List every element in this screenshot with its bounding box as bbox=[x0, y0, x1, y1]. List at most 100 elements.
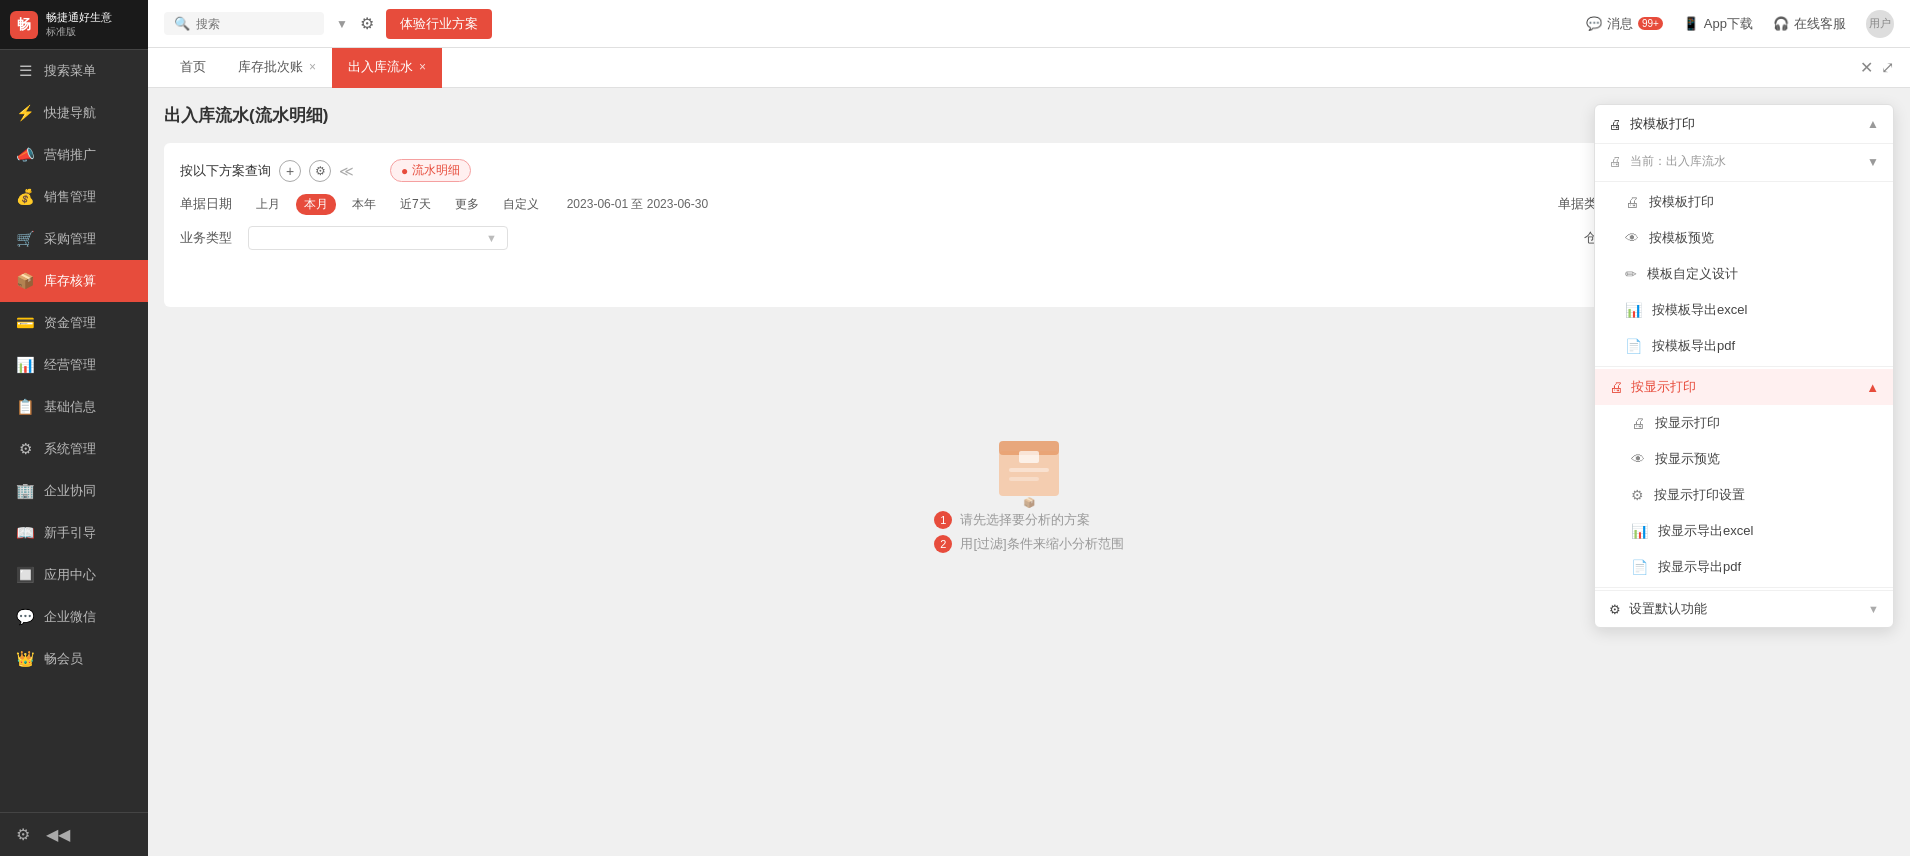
dropdown-template-print-icon: 🖨 bbox=[1625, 194, 1639, 210]
dropdown-template-design-item[interactable]: ✏ 模板自定义设计 bbox=[1595, 256, 1893, 292]
sidebar-item-enterprise[interactable]: 🏢 企业协同 bbox=[0, 470, 148, 512]
tab-close-flow[interactable]: × bbox=[419, 60, 426, 74]
sidebar-collapse-icon[interactable]: ◀◀ bbox=[46, 825, 70, 844]
tab-close-batch[interactable]: × bbox=[309, 60, 316, 74]
dropdown-display-pdf-item[interactable]: 📄 按显示导出pdf bbox=[1595, 549, 1893, 585]
tab-flow[interactable]: 出入库流水× bbox=[332, 48, 442, 88]
nav-icon-member: 👑 bbox=[16, 650, 34, 668]
dropdown-template-print-label: 按模板打印 bbox=[1649, 193, 1714, 211]
search-chevron-icon[interactable]: ▼ bbox=[336, 17, 348, 31]
date-filter-group: 上月本月本年近7天更多自定义 bbox=[248, 194, 547, 215]
date-btn-3[interactable]: 近7天 bbox=[392, 194, 439, 215]
filter-settings-icon[interactable]: ⚙ bbox=[309, 160, 331, 182]
date-btn-2[interactable]: 本年 bbox=[344, 194, 384, 215]
sidebar-item-member[interactable]: 👑 畅会员 bbox=[0, 638, 148, 680]
dropdown-footer-icon: ⚙ bbox=[1609, 602, 1621, 617]
nav-label-basic: 基础信息 bbox=[44, 398, 96, 416]
biz-type-label: 业务类型 bbox=[180, 229, 232, 247]
dropdown-divider-2 bbox=[1595, 366, 1893, 367]
app-title: 畅捷通好生意 bbox=[46, 10, 112, 24]
tab-batch[interactable]: 库存批次账× bbox=[222, 48, 332, 88]
tab-home[interactable]: 首页 bbox=[164, 48, 222, 88]
sidebar-item-wechat[interactable]: 💬 企业微信 bbox=[0, 596, 148, 638]
tabbar: 首页库存批次账×出入库流水× ✕ ⤢ bbox=[148, 48, 1910, 88]
filter-tag-icon: ● bbox=[401, 164, 408, 178]
nav-label-sales: 销售管理 bbox=[44, 188, 96, 206]
sidebar-item-operations[interactable]: 📊 经营管理 bbox=[0, 344, 148, 386]
biz-type-select[interactable]: ▼ bbox=[248, 226, 508, 250]
topbar-search-box[interactable]: 🔍 bbox=[164, 12, 324, 35]
dropdown-template-design-icon: ✏ bbox=[1625, 266, 1637, 282]
nav-icon-sales: 💰 bbox=[16, 188, 34, 206]
topbar-gear-icon[interactable]: ⚙ bbox=[360, 14, 374, 33]
svg-rect-4 bbox=[1009, 477, 1039, 481]
nav-icon-basic: 📋 bbox=[16, 398, 34, 416]
sidebar-item-basic[interactable]: 📋 基础信息 bbox=[0, 386, 148, 428]
main-area: 🔍 ▼ ⚙ 体验行业方案 💬 消息 99+ 📱 App下载 🎧 在线客服 用户 bbox=[148, 0, 1910, 856]
nav-icon-search: ☰ bbox=[16, 62, 34, 80]
dropdown-header-label: 按模板打印 bbox=[1630, 115, 1695, 133]
sidebar-item-guide[interactable]: 📖 新手引导 bbox=[0, 512, 148, 554]
dropdown-display-preview-item[interactable]: 👁 按显示预览 bbox=[1595, 441, 1893, 477]
online-service-label: 在线客服 bbox=[1794, 15, 1846, 33]
online-service-button[interactable]: 🎧 在线客服 bbox=[1773, 15, 1846, 33]
sidebar-item-search[interactable]: ☰ 搜索菜单 bbox=[0, 50, 148, 92]
dropdown-template-excel-item[interactable]: 📊 按模板导出excel bbox=[1595, 292, 1893, 328]
dropdown-display-section-chevron[interactable]: ▲ bbox=[1866, 380, 1879, 395]
dropdown-display-print-icon: 🖨 bbox=[1631, 415, 1645, 431]
dropdown-display-section-header[interactable]: 🖨 按显示打印 ▲ bbox=[1595, 369, 1893, 405]
filter-tag[interactable]: ● 流水明细 bbox=[390, 159, 471, 182]
dropdown-print-icon: 🖨 bbox=[1609, 117, 1622, 132]
app-download-label: App下载 bbox=[1704, 15, 1753, 33]
dropdown-display-print-item[interactable]: 🖨 按显示打印 bbox=[1595, 405, 1893, 441]
dropdown-display-excel-item[interactable]: 📊 按显示导出excel bbox=[1595, 513, 1893, 549]
dropdown-display-section-icon: 🖨 bbox=[1609, 379, 1623, 395]
tab-expand-icon[interactable]: ⤢ bbox=[1881, 58, 1894, 77]
date-btn-5[interactable]: 自定义 bbox=[495, 194, 547, 215]
message-icon: 💬 bbox=[1586, 16, 1602, 31]
dropdown-display-section-label: 按显示打印 bbox=[1631, 378, 1696, 396]
dropdown-display-settings-item[interactable]: ⚙ 按显示打印设置 bbox=[1595, 477, 1893, 513]
svg-text:📦: 📦 bbox=[1023, 496, 1036, 509]
dropdown-footer-label: 设置默认功能 bbox=[1629, 600, 1707, 618]
dropdown-current-chevron-icon[interactable]: ▼ bbox=[1867, 155, 1879, 169]
user-avatar[interactable]: 用户 bbox=[1866, 10, 1894, 38]
dropdown-display-settings-label: 按显示打印设置 bbox=[1654, 486, 1745, 504]
search-input[interactable] bbox=[196, 17, 314, 31]
sidebar-item-sales[interactable]: 💰 销售管理 bbox=[0, 176, 148, 218]
add-filter-button[interactable]: + bbox=[279, 160, 301, 182]
sidebar-item-inventory[interactable]: 📦 库存核算 bbox=[0, 260, 148, 302]
sidebar-settings-icon[interactable]: ⚙ bbox=[16, 825, 30, 844]
filter-collapse-icon[interactable]: ≪ bbox=[339, 163, 354, 179]
dropdown-template-design-label: 模板自定义设计 bbox=[1647, 265, 1738, 283]
message-badge: 99+ bbox=[1638, 17, 1663, 30]
sidebar-item-finance[interactable]: 💳 资金管理 bbox=[0, 302, 148, 344]
nav-label-inventory: 库存核算 bbox=[44, 272, 96, 290]
sidebar-item-apps[interactable]: 🔲 应用中心 bbox=[0, 554, 148, 596]
sidebar-item-shortcut[interactable]: ⚡ 快捷导航 bbox=[0, 92, 148, 134]
sidebar-item-marketing[interactable]: 📣 营销推广 bbox=[0, 134, 148, 176]
sidebar-item-system[interactable]: ⚙ 系统管理 bbox=[0, 428, 148, 470]
dropdown-template-pdf-item[interactable]: 📄 按模板导出pdf bbox=[1595, 328, 1893, 364]
app-download-button[interactable]: 📱 App下载 bbox=[1683, 15, 1753, 33]
dropdown-display-settings-icon: ⚙ bbox=[1631, 487, 1644, 503]
dropdown-current-item[interactable]: 🖨 当前：出入库流水 ▼ bbox=[1595, 144, 1893, 179]
dropdown-display-print-label: 按显示打印 bbox=[1655, 414, 1720, 432]
tab-close-icon[interactable]: ✕ bbox=[1860, 58, 1873, 77]
dropdown-footer-chevron-icon[interactable]: ▼ bbox=[1868, 603, 1879, 615]
message-button[interactable]: 💬 消息 99+ bbox=[1586, 15, 1663, 33]
dropdown-template-preview-item[interactable]: 👁 按模板预览 bbox=[1595, 220, 1893, 256]
dropdown-chevron-up-icon[interactable]: ▲ bbox=[1867, 117, 1879, 131]
nav-label-finance: 资金管理 bbox=[44, 314, 96, 332]
tab-list: 首页库存批次账×出入库流水× bbox=[164, 48, 442, 88]
sidebar-item-purchase[interactable]: 🛒 采购管理 bbox=[0, 218, 148, 260]
dropdown-footer[interactable]: ⚙ 设置默认功能 ▼ bbox=[1595, 590, 1893, 627]
nav-label-wechat: 企业微信 bbox=[44, 608, 96, 626]
dropdown-template-print-item[interactable]: 🖨 按模板打印 bbox=[1595, 184, 1893, 220]
nav-icon-guide: 📖 bbox=[16, 524, 34, 542]
date-btn-1[interactable]: 本月 bbox=[296, 194, 336, 215]
date-btn-0[interactable]: 上月 bbox=[248, 194, 288, 215]
dropdown-template-pdf-icon: 📄 bbox=[1625, 338, 1642, 354]
date-btn-4[interactable]: 更多 bbox=[447, 194, 487, 215]
industry-solution-button[interactable]: 体验行业方案 bbox=[386, 9, 492, 39]
